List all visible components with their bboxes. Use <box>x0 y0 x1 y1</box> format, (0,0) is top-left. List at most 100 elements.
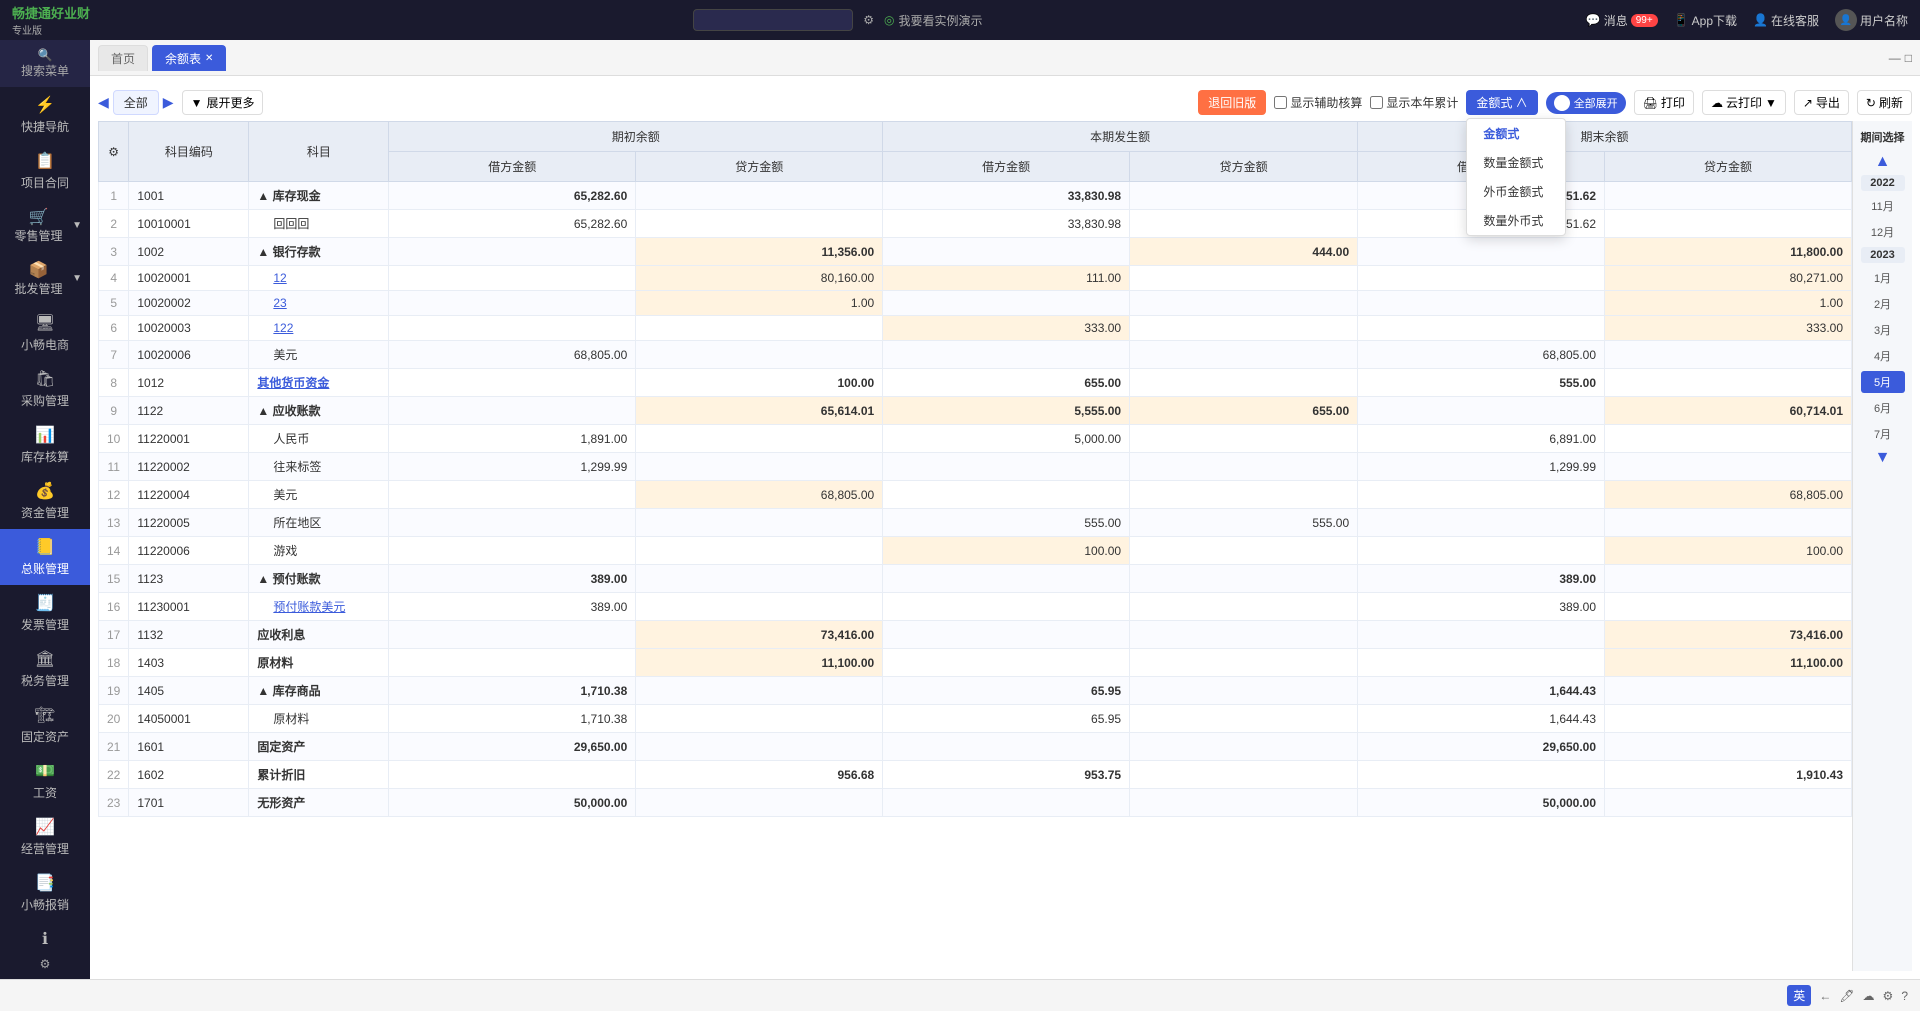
breadcrumb-all[interactable]: 全部 <box>113 90 159 115</box>
tab-close-balance[interactable]: ✕ <box>205 53 213 64</box>
sidebar-item-quick[interactable]: ⚡ 快捷导航 <box>0 87 90 143</box>
sidebar-item-ecommerce[interactable]: 🖥 小畅电商 <box>0 305 90 361</box>
row-name[interactable]: 其他货币资金 <box>249 369 389 397</box>
settings-icon[interactable]: ⚙ <box>863 13 874 27</box>
bottom-help-icon[interactable]: ? <box>1901 989 1908 1003</box>
row-name[interactable]: 122 <box>249 316 389 341</box>
period-2023-1[interactable]: 1月 <box>1861 267 1905 289</box>
closing-credit: 73,416.00 <box>1605 621 1852 649</box>
row-name: 原材料 <box>249 649 389 677</box>
row-num: 3 <box>99 238 129 266</box>
opening-debit <box>389 291 636 316</box>
tab-balance[interactable]: 余额表 ✕ <box>152 45 226 71</box>
cloud-print-btn[interactable]: ☁ 云打印 ▼ <box>1702 90 1786 115</box>
period-2023-2[interactable]: 2月 <box>1861 293 1905 315</box>
breadcrumb-back-icon[interactable]: ◀ <box>98 94 109 111</box>
sidebar-settings[interactable]: ⚙ <box>0 949 90 979</box>
refresh-btn[interactable]: ↻ 刷新 <box>1857 90 1912 115</box>
col-settings[interactable]: ⚙ <box>99 122 129 182</box>
sidebar-item-basic[interactable]: ℹ 基础信息 <box>0 921 90 949</box>
bottom-edit-icon[interactable]: 🖊 <box>1839 989 1854 1003</box>
row-code: 1001 <box>129 182 249 210</box>
sidebar-item-purchase[interactable]: 🛍 采购管理 <box>0 361 90 417</box>
yearly-checkbox[interactable] <box>1370 96 1383 109</box>
sidebar-item-wholesale[interactable]: 📦 批发管理 ▼ <box>0 252 90 305</box>
period-2023-4[interactable]: 4月 <box>1861 345 1905 367</box>
period-year-2023: 2023 <box>1861 247 1905 263</box>
show-yearly-check[interactable]: 显示本年累计 <box>1370 94 1458 111</box>
row-num: 20 <box>99 705 129 733</box>
opening-credit: 80,160.00 <box>636 266 883 291</box>
print-btn[interactable]: 🖨 打印 <box>1634 90 1694 115</box>
export-btn[interactable]: ↗ 导出 <box>1794 90 1849 115</box>
app-download-btn[interactable]: 📱 App下载 <box>1674 12 1737 29</box>
toolbar-right: 退回旧版 显示辅助核算 显示本年累计 金额式 ∧ <box>1198 90 1912 115</box>
sidebar-item-tax[interactable]: 🏛 税务管理 <box>0 641 90 697</box>
sidebar-item-payroll[interactable]: 💵 工资 <box>0 753 90 809</box>
demo-link[interactable]: ◎ 我要看实例演示 <box>884 12 983 29</box>
period-2023-3[interactable]: 3月 <box>1861 319 1905 341</box>
sidebar-item-sales[interactable]: 📑 小畅报销 <box>0 865 90 921</box>
row-name[interactable]: 12 <box>249 266 389 291</box>
online-service-btn[interactable]: 👤 在线客服 <box>1753 12 1819 29</box>
closing-credit <box>1605 453 1852 481</box>
breadcrumb-forward-icon[interactable]: ▶ <box>163 94 174 111</box>
period-credit <box>1130 621 1358 649</box>
bottom-lang-btn[interactable]: 英 <box>1787 985 1811 1006</box>
row-name: 固定资产 <box>249 733 389 761</box>
return-old-btn[interactable]: 退回旧版 <box>1198 90 1266 115</box>
mode-qty-amount[interactable]: 数量金额式 <box>1467 148 1565 177</box>
closing-debit: 389.00 <box>1358 593 1605 621</box>
table-row: 11001▲ 库存现金65,282.6033,830.9831,451.62 <box>99 182 1852 210</box>
sidebar-item-retail[interactable]: 🛒 零售管理 ▼ <box>0 199 90 252</box>
mode-qty-foreign[interactable]: 数量外币式 <box>1467 206 1565 235</box>
subsidiary-checkbox[interactable] <box>1274 96 1287 109</box>
sidebar-item-operations[interactable]: 📈 经营管理 <box>0 809 90 865</box>
period-2022-12[interactable]: 12月 <box>1861 221 1905 243</box>
message-btn[interactable]: 💬 消息 99+ <box>1586 12 1658 29</box>
period-up-nav[interactable]: ▲ <box>1875 153 1891 171</box>
period-2023-6[interactable]: 6月 <box>1861 397 1905 419</box>
right-panel: 期间选择 ▲ 2022 11月 12月 2023 1月 2月 3月 4月 5月 … <box>1852 121 1912 971</box>
opening-credit: 65,614.01 <box>636 397 883 425</box>
period-debit <box>883 789 1130 817</box>
expand-more-btn[interactable]: ▼ 展开更多 <box>182 90 264 115</box>
user-avatar[interactable]: 👤 用户名称 <box>1835 9 1908 31</box>
tab-maximize-btn[interactable]: □ <box>1905 51 1912 65</box>
period-debit <box>883 291 1130 316</box>
table-body: 11001▲ 库存现金65,282.6033,830.9831,451.6221… <box>99 182 1852 817</box>
mode-btn[interactable]: 金额式 ∧ <box>1466 90 1537 115</box>
mode-amount[interactable]: 金额式 <box>1467 119 1565 148</box>
period-debit: 65.95 <box>883 705 1130 733</box>
sidebar-item-invoice[interactable]: 🧾 发票管理 <box>0 585 90 641</box>
row-code: 14050001 <box>129 705 249 733</box>
table-row: 231701无形资产50,000.0050,000.00 <box>99 789 1852 817</box>
bottom-cloud-icon[interactable]: ☁ <box>1863 989 1875 1003</box>
row-name[interactable]: 预付账款美元 <box>249 593 389 621</box>
period-down-nav[interactable]: ▼ <box>1875 449 1891 467</box>
show-subsidiary-check[interactable]: 显示辅助核算 <box>1274 94 1362 111</box>
period-2022-11[interactable]: 11月 <box>1861 195 1905 217</box>
accounting-icon: 📒 <box>35 537 55 557</box>
opening-debit: 68,805.00 <box>389 341 636 369</box>
sidebar-search[interactable]: 🔍 搜索菜单 <box>0 40 90 87</box>
tab-home[interactable]: 首页 <box>98 45 148 71</box>
sidebar-item-project[interactable]: 📋 项目合同 <box>0 143 90 199</box>
tab-minimize-btn[interactable]: — <box>1889 51 1901 65</box>
closing-debit <box>1358 537 1605 565</box>
sidebar-item-accounting[interactable]: 📒 总账管理 <box>0 529 90 585</box>
mode-foreign-amount[interactable]: 外币金额式 <box>1467 177 1565 206</box>
bottom-settings-icon[interactable]: ⚙ <box>1883 989 1894 1003</box>
sidebar-item-capital[interactable]: 💰 资金管理 <box>0 473 90 529</box>
row-name: ▲ 库存现金 <box>249 182 389 210</box>
period-2023-5[interactable]: 5月 <box>1861 371 1905 393</box>
full-expand-toggle[interactable]: 全部展开 <box>1546 92 1626 114</box>
sidebar-item-assets[interactable]: 🏗 固定资产 <box>0 697 90 753</box>
row-name[interactable]: 23 <box>249 291 389 316</box>
top-search-input[interactable] <box>693 9 853 31</box>
table-row: 710020006美元68,805.0068,805.00 <box>99 341 1852 369</box>
period-2023-7[interactable]: 7月 <box>1861 423 1905 445</box>
col-period-header: 本期发生额 <box>883 122 1358 152</box>
sidebar-item-inventory[interactable]: 📊 库存核算 <box>0 417 90 473</box>
bottom-back-btn[interactable]: ← <box>1819 989 1831 1003</box>
